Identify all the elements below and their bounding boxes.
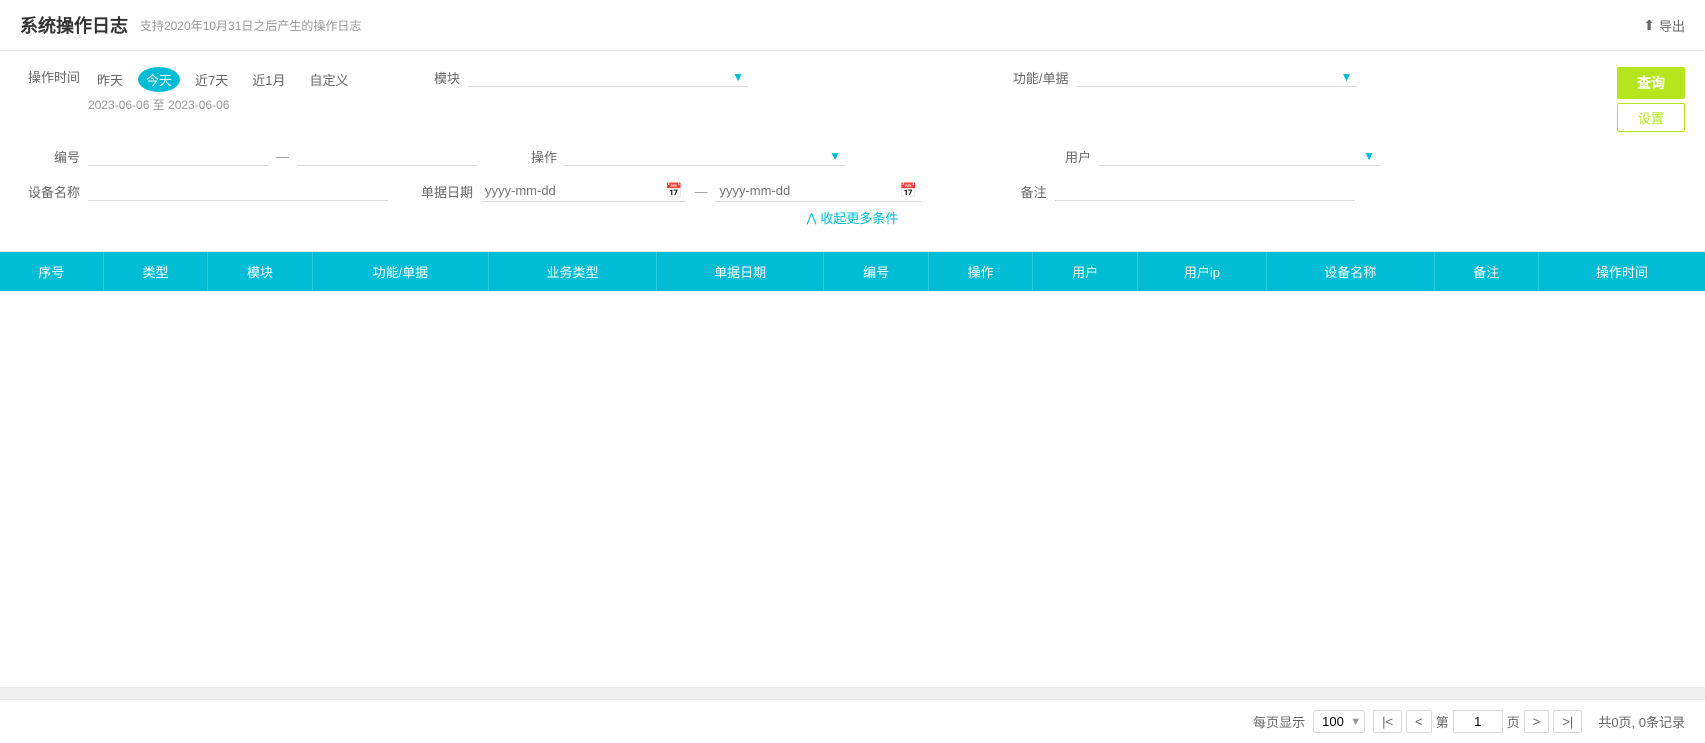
remark-input[interactable] xyxy=(1055,181,1355,201)
number-input-to[interactable] xyxy=(297,146,477,166)
table-header-row: 序号 类型 模块 功能/单据 业务类型 单据日期 编号 操作 用户 用户ip 设… xyxy=(0,252,1705,291)
time-label: 操作时间 xyxy=(20,67,80,86)
page-number-input[interactable] xyxy=(1453,710,1503,733)
scrollbar-area[interactable] xyxy=(0,687,1705,699)
page-subtitle: 支持2020年10月31日之后产生的操作日志 xyxy=(140,17,361,34)
page-header: 系统操作日志 支持2020年10月31日之后产生的操作日志 ⬆ 导出 xyxy=(0,0,1705,51)
per-page-wrapper: 100 50 200 ▼ xyxy=(1313,710,1365,733)
function-label: 功能/单据 xyxy=(1009,68,1069,87)
last-page-button[interactable]: >| xyxy=(1553,710,1582,733)
calendar-to-icon[interactable]: 📅 xyxy=(899,182,916,199)
calendar-from-icon[interactable]: 📅 xyxy=(665,182,682,199)
number-dash: — xyxy=(276,149,289,164)
function-select-wrapper: ▼ xyxy=(1077,67,1357,87)
col-remark: 备注 xyxy=(1434,252,1538,291)
number-input-from[interactable] xyxy=(88,146,268,166)
date-label: 单据日期 xyxy=(408,182,473,201)
page-title: 系统操作日志 xyxy=(20,12,128,38)
time-btn-yesterday[interactable]: 昨天 xyxy=(88,67,132,92)
number-label: 编号 xyxy=(20,147,80,166)
total-info: 共0页, 0条记录 xyxy=(1598,712,1685,731)
page-footer: 每页显示 100 50 200 ▼ |< < 第 页 > >| 共0页, 0条记… xyxy=(0,699,1705,743)
date-to-wrapper: 📅 xyxy=(715,180,920,202)
per-page-select[interactable]: 100 50 200 xyxy=(1313,710,1365,733)
module-select[interactable] xyxy=(468,67,748,87)
collapse-label: 收起更多条件 xyxy=(820,208,898,227)
empty-area xyxy=(0,291,1705,641)
operation-label: 操作 xyxy=(497,147,557,166)
pagination-nav: |< < 第 页 > >| xyxy=(1373,710,1582,733)
export-icon: ⬆ xyxy=(1643,17,1655,34)
time-btn-7days[interactable]: 近7天 xyxy=(186,67,237,92)
col-number: 编号 xyxy=(824,252,928,291)
col-operation: 操作 xyxy=(928,252,1032,291)
page-prefix-label: 第 xyxy=(1436,712,1449,731)
export-label: 导出 xyxy=(1659,16,1685,35)
next-page-button[interactable]: > xyxy=(1524,710,1550,733)
date-dash: — xyxy=(694,184,707,199)
remark-label: 备注 xyxy=(987,182,1047,201)
per-page-label: 每页显示 xyxy=(1253,712,1305,731)
query-button[interactable]: 查询 xyxy=(1617,67,1685,99)
operation-select[interactable] xyxy=(565,146,845,166)
action-buttons: 查询 设置 xyxy=(1617,67,1685,132)
date-from-input[interactable] xyxy=(485,183,661,198)
time-range: 2023-06-06 至 2023-06-06 xyxy=(88,96,358,113)
time-filter: 昨天 今天 近7天 近1月 自定义 2023-06-06 至 2023-06-0… xyxy=(88,67,358,113)
col-op-time: 操作时间 xyxy=(1539,252,1705,291)
collapse-button[interactable]: ⋀ 收起更多条件 xyxy=(807,208,899,227)
export-button[interactable]: ⬆ 导出 xyxy=(1643,16,1685,35)
col-user: 用户 xyxy=(1033,252,1137,291)
time-btn-custom[interactable]: 自定义 xyxy=(301,67,358,92)
page-unit-label: 页 xyxy=(1507,712,1520,731)
user-select-wrapper: ▼ xyxy=(1099,146,1379,166)
col-index: 序号 xyxy=(0,252,103,291)
user-select[interactable] xyxy=(1099,146,1379,166)
operation-select-wrapper: ▼ xyxy=(565,146,845,166)
col-type: 类型 xyxy=(103,252,207,291)
table-area: 序号 类型 模块 功能/单据 业务类型 单据日期 编号 操作 用户 用户ip 设… xyxy=(0,252,1705,687)
col-user-ip: 用户ip xyxy=(1137,252,1266,291)
date-to-input[interactable] xyxy=(719,183,895,198)
settings-button[interactable]: 设置 xyxy=(1617,103,1685,132)
module-label: 模块 xyxy=(400,68,460,87)
date-from-wrapper: 📅 xyxy=(481,180,686,202)
col-module: 模块 xyxy=(208,252,312,291)
device-input[interactable] xyxy=(88,181,388,201)
time-btn-1month[interactable]: 近1月 xyxy=(243,67,294,92)
col-biz-type: 业务类型 xyxy=(489,252,657,291)
col-device: 设备名称 xyxy=(1266,252,1434,291)
collapse-icon: ⋀ xyxy=(807,211,817,225)
col-function: 功能/单据 xyxy=(312,252,488,291)
col-doc-date: 单据日期 xyxy=(656,252,824,291)
prev-page-button[interactable]: < xyxy=(1406,710,1432,733)
first-page-button[interactable]: |< xyxy=(1373,710,1402,733)
user-label: 用户 xyxy=(1031,147,1091,166)
filter-area: 操作时间 昨天 今天 近7天 近1月 自定义 2023-06-06 至 2023… xyxy=(0,51,1705,252)
collapse-row: ⋀ 收起更多条件 xyxy=(20,202,1685,235)
function-select[interactable] xyxy=(1077,67,1357,87)
data-table: 序号 类型 模块 功能/单据 业务类型 单据日期 编号 操作 用户 用户ip 设… xyxy=(0,252,1705,291)
module-select-wrapper: ▼ xyxy=(468,67,748,87)
time-btn-today[interactable]: 今天 xyxy=(138,67,180,92)
device-label: 设备名称 xyxy=(20,182,80,201)
